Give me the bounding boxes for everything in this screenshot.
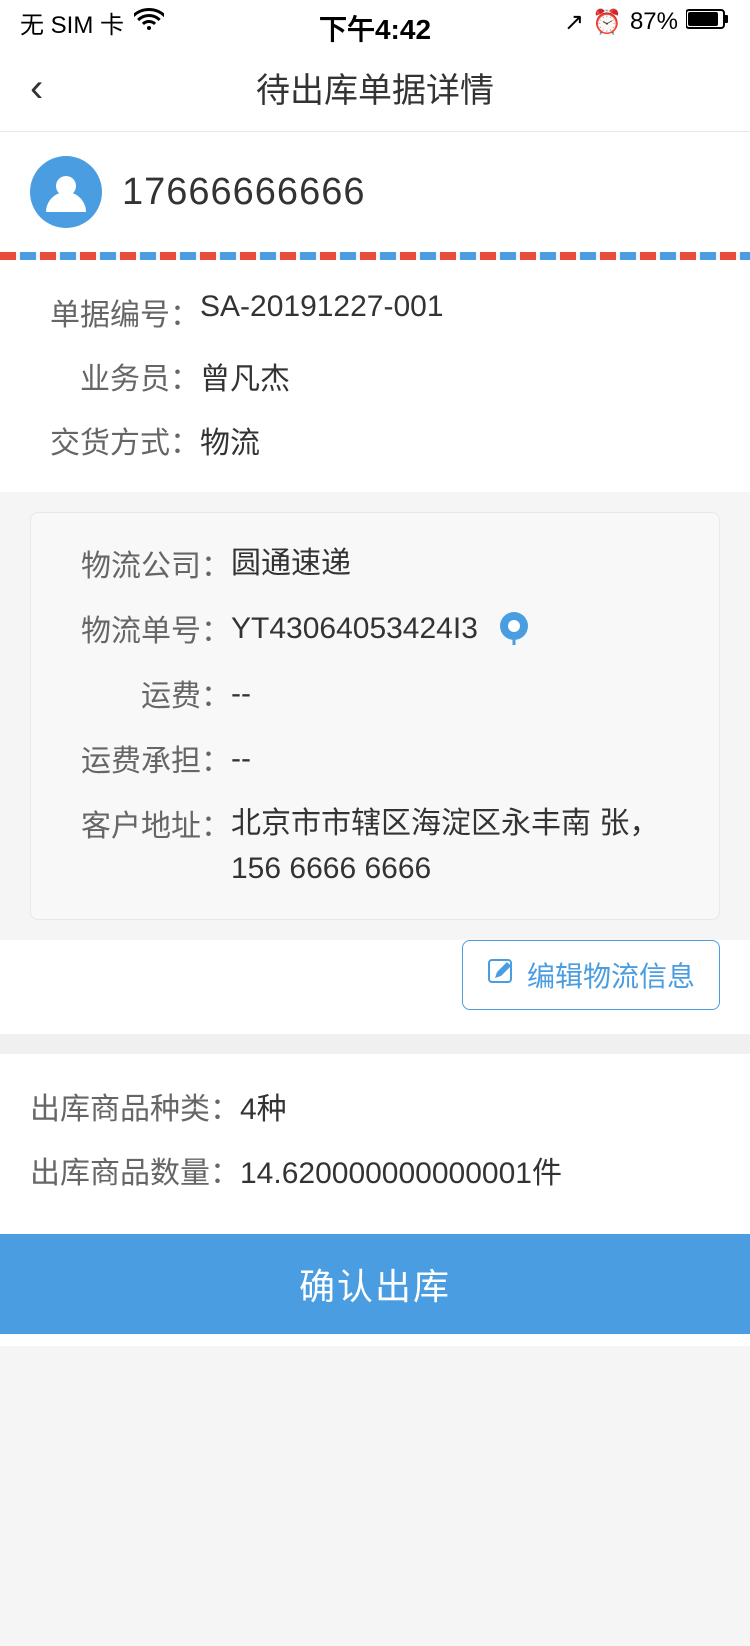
logistics-company-row: 物流公司： 圆通速递 xyxy=(61,541,689,586)
freight-value: -- xyxy=(231,671,689,716)
delivery-value: 物流 xyxy=(200,418,720,462)
confirm-bar[interactable]: 确认出库 xyxy=(0,1234,750,1334)
freight-bearer-value: -- xyxy=(231,736,689,781)
order-number-row: 单据编号： SA-20191227-001 xyxy=(30,290,720,334)
avatar xyxy=(30,156,102,228)
status-bar: 无 SIM 卡 下午4:42 ↗ ⏰ 87% xyxy=(0,0,750,44)
dashed-divider xyxy=(0,252,750,260)
logistics-box: 物流公司： 圆通速递 物流单号： YT43064053424I3 运费： -- xyxy=(30,512,720,920)
freight-label: 运费： xyxy=(61,671,231,715)
edit-logistics-label: 编辑物流信息 xyxy=(527,955,695,995)
confirm-button-label: 确认出库 xyxy=(299,1258,451,1310)
sales-person-value: 曾凡杰 xyxy=(200,354,720,398)
delivery-label: 交货方式： xyxy=(30,418,200,462)
goods-quantity-label: 出库商品数量： xyxy=(30,1148,240,1192)
status-left: 无 SIM 卡 xyxy=(20,5,164,40)
user-phone: 17666666666 xyxy=(122,171,365,214)
content: 17666666666 单据编号： SA-20191227-001 业务员： 曾… xyxy=(0,132,750,1646)
edit-logistics-button[interactable]: 编辑物流信息 xyxy=(462,940,720,1010)
sales-person-label: 业务员： xyxy=(30,354,200,398)
tracking-number: YT43064053424I3 xyxy=(231,606,478,651)
logistics-company-label: 物流公司： xyxy=(61,541,231,585)
status-right: ↗ ⏰ 87% xyxy=(564,8,730,37)
logistics-tracking-value: YT43064053424I3 xyxy=(231,606,689,651)
goods-quantity-value: 14.620000000000001件 xyxy=(240,1148,720,1192)
edit-logistics-container: 编辑物流信息 xyxy=(0,940,750,1034)
bottom-padding xyxy=(0,1546,750,1646)
goods-section: 出库商品种类： 4种 出库商品数量： 14.620000000000001件 xyxy=(0,1054,750,1222)
order-info-section: 单据编号： SA-20191227-001 业务员： 曾凡杰 交货方式： 物流 xyxy=(0,260,750,492)
alarm-icon: ⏰ xyxy=(592,8,622,37)
logistics-tracking-row: 物流单号： YT43064053424I3 xyxy=(61,606,689,651)
address-value: 北京市市辖区海淀区永丰南 张，156 6666 6666 xyxy=(231,801,689,891)
freight-row: 运费： -- xyxy=(61,671,689,716)
status-time: 下午4:42 xyxy=(319,8,431,48)
address-row: 客户地址： 北京市市辖区海淀区永丰南 张，156 6666 6666 xyxy=(61,801,689,891)
order-number-label: 单据编号： xyxy=(30,290,200,334)
goods-types-row: 出库商品种类： 4种 xyxy=(30,1084,720,1128)
goods-types-value: 4种 xyxy=(240,1084,720,1128)
freight-bearer-label: 运费承担： xyxy=(61,736,231,780)
location-status-icon: ↗ xyxy=(564,8,584,37)
logistics-company-value: 圆通速递 xyxy=(231,541,689,586)
logistics-tracking-label: 物流单号： xyxy=(61,606,231,650)
bottom-spacer xyxy=(0,1346,750,1546)
battery-level: 87% xyxy=(630,8,678,36)
page-title: 待出库单据详情 xyxy=(256,63,494,112)
freight-bearer-row: 运费承担： -- xyxy=(61,736,689,781)
battery-icon xyxy=(686,8,730,37)
goods-quantity-row: 出库商品数量： 14.620000000000001件 xyxy=(30,1148,720,1192)
section-divider xyxy=(0,1034,750,1054)
address-label: 客户地址： xyxy=(61,801,231,845)
edit-icon xyxy=(487,958,515,993)
user-section: 17666666666 xyxy=(0,132,750,252)
back-button[interactable]: ‹ xyxy=(30,68,43,108)
nav-bar: ‹ 待出库单据详情 xyxy=(0,44,750,132)
wifi-icon xyxy=(134,8,164,37)
order-number-value: SA-20191227-001 xyxy=(200,290,720,324)
goods-types-label: 出库商品种类： xyxy=(30,1084,240,1128)
delivery-row: 交货方式： 物流 xyxy=(30,418,720,462)
sim-label: 无 SIM 卡 xyxy=(20,5,124,40)
sales-person-row: 业务员： 曾凡杰 xyxy=(30,354,720,398)
